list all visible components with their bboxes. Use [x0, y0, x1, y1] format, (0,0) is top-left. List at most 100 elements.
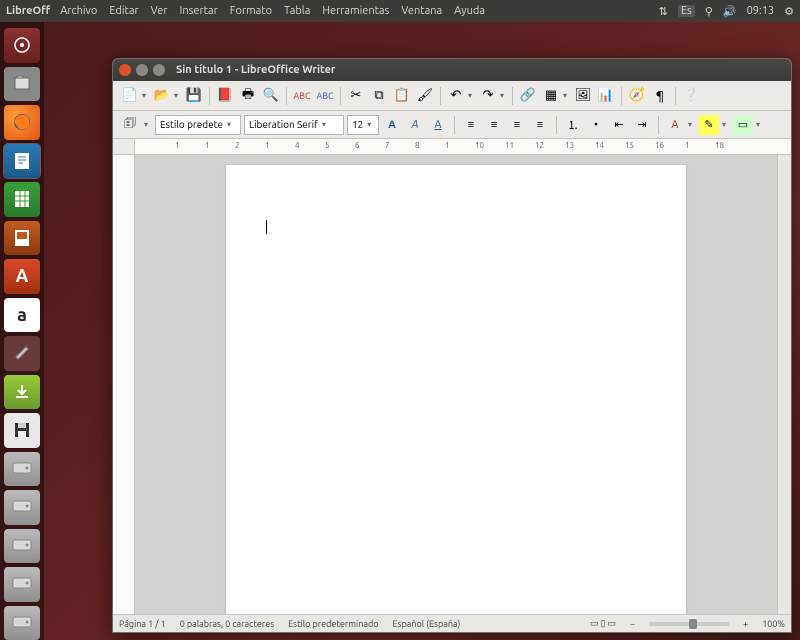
- ruler-horizontal[interactable]: 112145678110111213141516118: [113, 139, 791, 155]
- table-icon[interactable]: ▦: [540, 85, 562, 107]
- launcher-calc[interactable]: [4, 182, 40, 217]
- network-icon[interactable]: ⇅: [659, 5, 668, 18]
- bulleted-list-icon[interactable]: •: [586, 115, 606, 135]
- font-size-combo[interactable]: 12▾: [347, 115, 379, 135]
- font-color-dropdown[interactable]: ▾: [688, 120, 696, 129]
- zoom-plus-icon[interactable]: +: [743, 619, 748, 629]
- hyperlink-icon[interactable]: 🔗: [517, 85, 539, 107]
- export-pdf-icon[interactable]: 📕: [214, 85, 236, 107]
- align-justify-icon[interactable]: ≡: [530, 115, 550, 135]
- launcher-drive-4[interactable]: [4, 567, 40, 602]
- volume-icon[interactable]: 🔊: [723, 5, 737, 18]
- cut-icon[interactable]: ✂: [345, 85, 367, 107]
- document-scroll[interactable]: [135, 155, 777, 614]
- menu-editar[interactable]: Editar: [109, 5, 138, 17]
- launcher-writer[interactable]: [4, 144, 40, 179]
- redo-dropdown[interactable]: ▾: [500, 91, 508, 100]
- navigator-icon[interactable]: 🧭: [626, 85, 648, 107]
- window-maximize-button[interactable]: [153, 64, 165, 76]
- status-pagestyle[interactable]: Estilo predeterminado: [288, 619, 378, 629]
- font-color-icon[interactable]: A: [665, 115, 685, 135]
- spellcheck-icon[interactable]: ABC: [291, 85, 313, 107]
- titlebar[interactable]: Sin título 1 - LibreOffice Writer: [113, 59, 791, 81]
- menu-ayuda[interactable]: Ayuda: [454, 5, 485, 17]
- open-icon[interactable]: 📂: [151, 85, 173, 107]
- help-icon[interactable]: ❔: [680, 85, 702, 107]
- launcher-drive-1[interactable]: [4, 452, 40, 487]
- menu-insertar[interactable]: Insertar: [180, 5, 218, 17]
- table-dropdown[interactable]: ▾: [563, 91, 571, 100]
- keyboard-lang[interactable]: Es: [678, 5, 695, 17]
- view-layout-icons[interactable]: ▭ ▯ ▭: [590, 618, 616, 629]
- copy-icon[interactable]: ⧉: [368, 85, 390, 107]
- launcher-dash[interactable]: [4, 28, 40, 63]
- highlight-dropdown[interactable]: ▾: [722, 120, 730, 129]
- window-close-button[interactable]: [119, 64, 131, 76]
- ruler-vertical[interactable]: [113, 155, 135, 614]
- align-right-icon[interactable]: ≡: [507, 115, 527, 135]
- status-wordcount[interactable]: 0 palabras, 0 caracteres: [180, 619, 274, 629]
- launcher-software-center[interactable]: A: [4, 259, 40, 294]
- vertical-scrollbar[interactable]: [777, 155, 791, 614]
- window-minimize-button[interactable]: [136, 64, 148, 76]
- document-page[interactable]: [226, 165, 686, 614]
- print-icon[interactable]: 🖶: [237, 85, 259, 107]
- new-doc-dropdown[interactable]: ▾: [142, 91, 150, 100]
- styles-dropdown[interactable]: ▾: [144, 120, 152, 129]
- align-center-icon[interactable]: ≡: [484, 115, 504, 135]
- bg-color-icon[interactable]: ▭: [733, 115, 753, 135]
- zoom-minus-icon[interactable]: −: [630, 619, 635, 629]
- numbered-list-icon[interactable]: ⒈: [563, 115, 583, 135]
- launcher-downloads[interactable]: [4, 375, 40, 410]
- ruler-tick: 1: [265, 141, 270, 150]
- underline-icon[interactable]: A: [428, 115, 448, 135]
- launcher-impress[interactable]: [4, 221, 40, 256]
- bg-color-dropdown[interactable]: ▾: [756, 120, 764, 129]
- clock[interactable]: 09:13: [747, 5, 775, 17]
- chart-icon[interactable]: 📊: [595, 85, 617, 107]
- launcher-amazon[interactable]: a: [4, 298, 40, 333]
- redo-icon[interactable]: ↷: [477, 85, 499, 107]
- launcher-firefox[interactable]: [4, 105, 40, 140]
- bold-icon[interactable]: A: [382, 115, 402, 135]
- ruler-tick: 12: [535, 141, 544, 150]
- font-name-combo[interactable]: Liberation Serif▾: [244, 115, 344, 135]
- autospell-icon[interactable]: ABC: [314, 85, 336, 107]
- open-dropdown[interactable]: ▾: [174, 91, 182, 100]
- highlight-icon[interactable]: ✎: [699, 115, 719, 135]
- menu-formato[interactable]: Formato: [230, 5, 272, 17]
- image-icon[interactable]: 🖼: [572, 85, 594, 107]
- format-paintbrush-icon[interactable]: 🖌: [414, 85, 436, 107]
- nonprinting-icon[interactable]: ¶: [649, 85, 671, 107]
- menu-tabla[interactable]: Tabla: [284, 5, 310, 17]
- styles-icon[interactable]: 🗊: [119, 114, 141, 136]
- menu-herramientas[interactable]: Herramientas: [322, 5, 389, 17]
- launcher-drive-2[interactable]: [4, 490, 40, 525]
- system-gear-icon[interactable]: ⚙: [784, 5, 794, 18]
- launcher-drive-3[interactable]: [4, 529, 40, 564]
- paragraph-style-combo[interactable]: Estilo predete▾: [155, 115, 241, 135]
- new-doc-icon[interactable]: 📄: [119, 85, 141, 107]
- launcher-drive-5[interactable]: [4, 606, 40, 640]
- decrease-indent-icon[interactable]: ⇤: [609, 115, 629, 135]
- ruler-tick: 8: [415, 141, 420, 150]
- align-left-icon[interactable]: ≡: [461, 115, 481, 135]
- menu-ventana[interactable]: Ventana: [401, 5, 442, 17]
- bluetooth-icon[interactable]: ⚲: [705, 5, 713, 18]
- zoom-slider[interactable]: [649, 622, 729, 626]
- undo-dropdown[interactable]: ▾: [468, 91, 476, 100]
- launcher-settings[interactable]: [4, 336, 40, 371]
- italic-icon[interactable]: A: [405, 115, 425, 135]
- launcher-diskette[interactable]: [4, 413, 40, 448]
- zoom-percent[interactable]: 100%: [762, 619, 785, 629]
- launcher-files[interactable]: [4, 67, 40, 102]
- status-page[interactable]: Página 1 / 1: [119, 619, 166, 629]
- save-icon[interactable]: 💾: [183, 85, 205, 107]
- status-language[interactable]: Español (España): [393, 619, 461, 629]
- paste-icon[interactable]: 📋: [391, 85, 413, 107]
- menu-ver[interactable]: Ver: [151, 5, 168, 17]
- print-preview-icon[interactable]: 🔍: [260, 85, 282, 107]
- undo-icon[interactable]: ↶: [445, 85, 467, 107]
- increase-indent-icon[interactable]: ⇥: [632, 115, 652, 135]
- menu-archivo[interactable]: Archivo: [60, 5, 97, 17]
